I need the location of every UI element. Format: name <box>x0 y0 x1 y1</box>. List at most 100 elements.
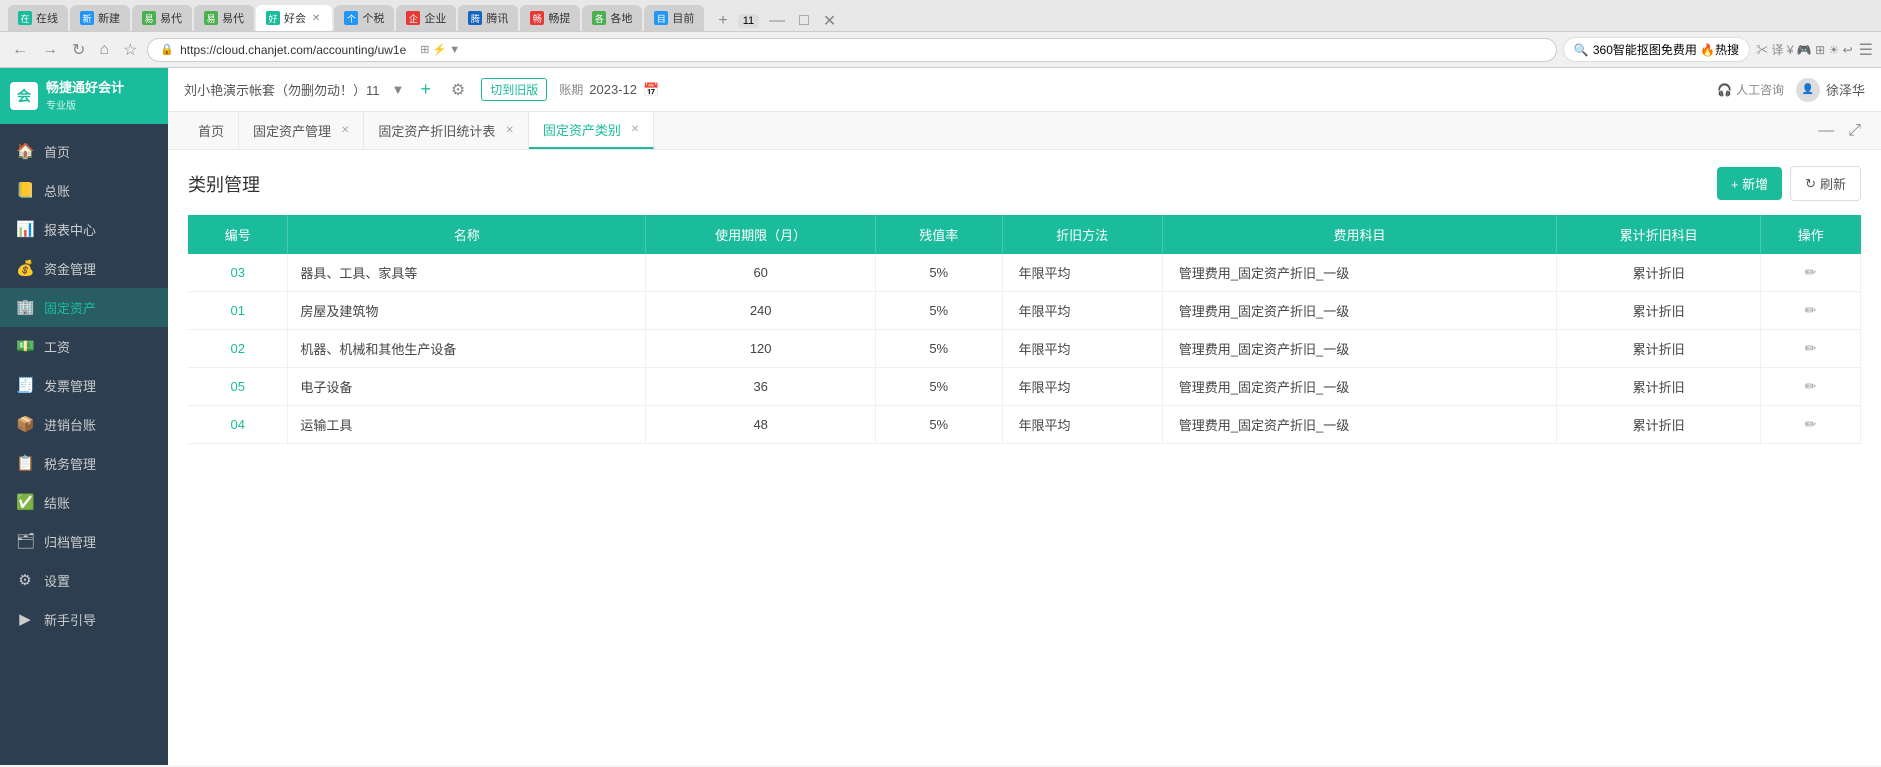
search-bar[interactable]: 🔍 360智能抠图免费用 🔥热搜 <box>1563 37 1750 62</box>
logo-title: 畅捷通好会计 <box>46 80 124 97</box>
cell-method: 年限平均 <box>1002 330 1162 368</box>
content-area: 类别管理 + 新增 ↻ 刷新 编号 名称 使用期限（月） 残值率 <box>168 150 1881 765</box>
page-tab-depreciation[interactable]: 固定资产折旧统计表 ✕ <box>364 112 528 149</box>
table-header-row: 编号 名称 使用期限（月） 残值率 折旧方法 费用科目 累计折旧科目 操作 <box>188 215 1861 254</box>
id-link[interactable]: 04 <box>230 417 244 432</box>
edit-icon[interactable]: ✏ <box>1805 302 1817 318</box>
add-account-button[interactable]: + <box>416 79 435 100</box>
page-tab-fixed-assets[interactable]: 固定资产管理 ✕ <box>239 112 364 149</box>
search-icon: 🔍 <box>1574 43 1589 57</box>
home-button[interactable]: ⌂ <box>95 41 113 59</box>
user-info[interactable]: 👤 徐泽华 <box>1796 78 1865 102</box>
browser-tab-10[interactable]: 各 各地 <box>582 5 642 31</box>
edit-icon[interactable]: ✏ <box>1805 340 1817 356</box>
sidebar-item-salary[interactable]: 💵 工资 <box>0 327 168 366</box>
id-link[interactable]: 03 <box>230 265 244 280</box>
sidebar-item-invoice[interactable]: 🧾 发票管理 <box>0 366 168 405</box>
page-tab-depreciation-close[interactable]: ✕ <box>505 125 513 136</box>
browser-tab-7[interactable]: 企 企业 <box>396 5 456 31</box>
sidebar-item-archive[interactable]: 🗂 归档管理 <box>0 522 168 561</box>
back-button[interactable]: ← <box>8 41 32 59</box>
search-text: 360智能抠图免费用 🔥热搜 <box>1593 41 1739 58</box>
url-bar[interactable]: 🔒 https://cloud.chanjet.com/accounting/u… <box>147 38 1556 62</box>
col-header-residual: 残值率 <box>875 215 1002 254</box>
browser-menu-button[interactable]: ☰ <box>1859 40 1873 60</box>
id-link[interactable]: 05 <box>230 379 244 394</box>
cell-name: 房屋及建筑物 <box>288 292 646 330</box>
sidebar-item-stock[interactable]: 📦 进销台账 <box>0 405 168 444</box>
sidebar-item-settings[interactable]: ⚙ 设置 <box>0 561 168 600</box>
page-tab-home[interactable]: 首页 <box>184 112 239 149</box>
browser-tab-2[interactable]: 新 新建 <box>70 5 130 31</box>
sidebar-item-tax[interactable]: 📋 税务管理 <box>0 444 168 483</box>
sidebar-item-guide[interactable]: ▶ 新手引导 <box>0 600 168 639</box>
reload-button[interactable]: ↻ <box>68 40 89 60</box>
tab6-label: 个税 <box>362 10 384 26</box>
sidebar-item-funds[interactable]: 💰 资金管理 <box>0 249 168 288</box>
reports-icon: 📊 <box>16 220 34 238</box>
tab4-label: 易代 <box>222 10 244 26</box>
edit-icon[interactable]: ✏ <box>1805 264 1817 280</box>
tab9-favicon: 畅 <box>530 11 544 25</box>
edit-icon[interactable]: ✏ <box>1805 378 1817 394</box>
browser-tab-6[interactable]: 个 个税 <box>334 5 394 31</box>
expand-tab-button[interactable]: ⤢ <box>1844 122 1865 140</box>
table-row: 03 器具、工具、家具等 60 5% 年限平均 管理费用_固定资产折旧_一级 累… <box>188 254 1861 292</box>
tab-controls: + 11 — □ ✕ <box>714 11 840 31</box>
switch-version-button[interactable]: 切到旧版 <box>481 78 547 101</box>
company-dropdown-icon[interactable]: ▼ <box>392 82 405 97</box>
sidebar-item-fixed-assets[interactable]: 🏢 固定资产 <box>0 288 168 327</box>
forward-button[interactable]: → <box>38 41 62 59</box>
tab5-close[interactable]: ✕ <box>310 13 322 24</box>
id-link[interactable]: 01 <box>230 303 244 318</box>
edit-icon[interactable]: ✏ <box>1805 416 1817 432</box>
browser-tab-4[interactable]: 易 易代 <box>194 5 254 31</box>
add-button[interactable]: + 新增 <box>1717 167 1782 200</box>
browser-tab-5[interactable]: 好 好会 ✕ <box>256 5 332 31</box>
main-content: 刘小艳演示帐套（勿删勿动！）11 ▼ + ⚙ 切到旧版 账期 2023-12 📅… <box>168 68 1881 765</box>
category-table: 编号 名称 使用期限（月） 残值率 折旧方法 费用科目 累计折旧科目 操作 03… <box>188 215 1861 444</box>
cell-period: 240 <box>646 292 875 330</box>
collapse-tab-button[interactable]: — <box>1814 122 1838 140</box>
sidebar-nav: 🏠 首页 📒 总账 📊 报表中心 💰 资金管理 🏢 固定资产 💵 工资 <box>0 124 168 765</box>
cell-id: 03 <box>188 254 288 292</box>
page-tab-category[interactable]: 固定资产类别 ✕ <box>529 112 654 149</box>
page-tab-fixed-assets-close[interactable]: ✕ <box>341 125 349 136</box>
cell-expense: 管理费用_固定资产折旧_一级 <box>1162 330 1557 368</box>
id-link[interactable]: 02 <box>230 341 244 356</box>
sidebar-item-home[interactable]: 🏠 首页 <box>0 132 168 171</box>
cell-accumulated: 累计折旧 <box>1557 292 1761 330</box>
bookmark-button[interactable]: ☆ <box>119 40 141 60</box>
browser-tab-1[interactable]: 在 在线 <box>8 5 68 31</box>
calendar-icon[interactable]: 📅 <box>643 82 659 98</box>
refresh-button[interactable]: ↻ 刷新 <box>1790 166 1861 201</box>
page-title-bar: 类别管理 + 新增 ↻ 刷新 <box>188 166 1861 201</box>
service-link[interactable]: 🎧 人工咨询 <box>1717 81 1784 98</box>
add-tab-button[interactable]: + <box>714 12 731 30</box>
minimize-button[interactable]: — <box>765 12 789 30</box>
cell-id: 01 <box>188 292 288 330</box>
funds-icon: 💰 <box>16 259 34 277</box>
browser-tab-3[interactable]: 易 易代 <box>132 5 192 31</box>
cell-actions: ✏ <box>1761 368 1861 406</box>
cell-id: 02 <box>188 330 288 368</box>
refresh-label: 刷新 <box>1820 174 1846 193</box>
close-window-button[interactable]: ✕ <box>819 11 840 31</box>
tab1-label: 在线 <box>36 10 58 26</box>
cell-name: 电子设备 <box>288 368 646 406</box>
page-tab-category-close[interactable]: ✕ <box>631 124 639 135</box>
tab7-favicon: 企 <box>406 11 420 25</box>
maximize-button[interactable]: □ <box>795 12 813 30</box>
cell-actions: ✏ <box>1761 254 1861 292</box>
header-settings-button[interactable]: ⚙ <box>447 80 469 100</box>
cell-actions: ✏ <box>1761 330 1861 368</box>
sidebar-item-checkout[interactable]: ✅ 结账 <box>0 483 168 522</box>
cell-accumulated: 累计折旧 <box>1557 330 1761 368</box>
browser-tab-9[interactable]: 畅 畅提 <box>520 5 580 31</box>
sidebar-label-checkout: 结账 <box>44 493 70 512</box>
sidebar-item-reports[interactable]: 📊 报表中心 <box>0 210 168 249</box>
sidebar-item-ledger[interactable]: 📒 总账 <box>0 171 168 210</box>
browser-tab-11[interactable]: 目 目前 <box>644 5 704 31</box>
browser-tab-8[interactable]: 腾 腾讯 <box>458 5 518 31</box>
browser-extra-icons: ✂ 译 ¥ 🎮 ⊞ ☀ ↩ <box>1756 41 1853 58</box>
